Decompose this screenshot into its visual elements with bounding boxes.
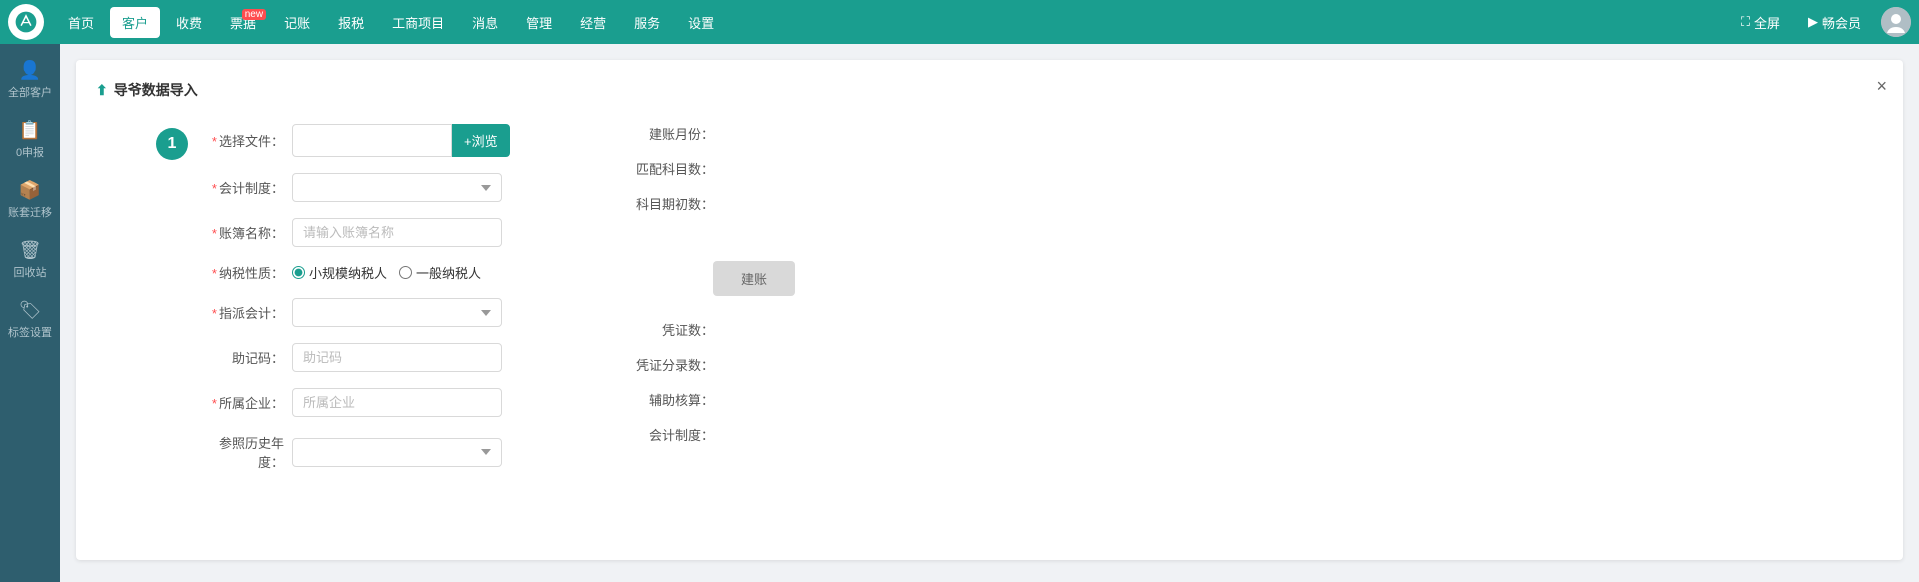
- file-input[interactable]: [292, 124, 452, 157]
- system-label: 会计制度：: [624, 425, 714, 444]
- nav-item-fees[interactable]: 收费: [164, 7, 214, 38]
- step-badge: 1: [156, 128, 188, 160]
- import-card: ⬆ 导爷数据导入 × 1 *选择文件： +浏览: [76, 60, 1903, 560]
- sidebar-label-declaration: 0申报: [16, 144, 44, 160]
- system-row: 会计制度：: [624, 425, 884, 444]
- vip-btn[interactable]: ▶ 畅会员: [1800, 9, 1869, 36]
- tax-small-label[interactable]: 小规模纳税人: [292, 263, 387, 282]
- logo: [8, 4, 44, 40]
- avatar[interactable]: [1881, 7, 1911, 37]
- tax-general-label[interactable]: 一般纳税人: [399, 263, 481, 282]
- nav-item-invoices[interactable]: 票据 new: [218, 7, 268, 38]
- sidebar-item-all-clients[interactable]: 👤 全部客户: [4, 52, 56, 108]
- nav-items: 首页 客户 收费 票据 new 记账 报税 工商项目 消息 管理 经营 服务 设…: [56, 7, 1733, 38]
- ledger-input[interactable]: [292, 218, 502, 247]
- nav-item-bookkeeping[interactable]: 记账: [272, 7, 322, 38]
- new-badge: new: [242, 9, 266, 20]
- history-row: 参照历史年度：: [204, 433, 584, 471]
- nav-item-operation[interactable]: 经营: [568, 7, 618, 38]
- aux-label: 辅助核算：: [624, 390, 714, 409]
- vip-icon: ▶: [1808, 14, 1818, 30]
- sidebar-item-declaration[interactable]: 📋 0申报: [4, 112, 56, 168]
- sidebar: 👤 全部客户 📋 0申报 📦 账套迁移 🗑 回收站 🏷 标签设置: [0, 44, 60, 582]
- sidebar-label-all-clients: 全部客户: [8, 84, 52, 100]
- vip-label: 畅会员: [1822, 13, 1861, 32]
- accounting-row: *会计制度：: [204, 173, 584, 202]
- browse-button[interactable]: +浏览: [452, 124, 510, 157]
- form-fields: *选择文件： +浏览 *会计制度：: [204, 124, 584, 471]
- assign-select[interactable]: [292, 298, 502, 327]
- card-title: ⬆ 导爷数据导入: [96, 80, 1883, 100]
- voucher-label: 凭证数：: [624, 320, 714, 339]
- history-select[interactable]: [292, 438, 502, 467]
- form-section-left: 1 *选择文件： +浏览: [156, 124, 584, 471]
- match-label: 匹配科目数：: [624, 159, 714, 178]
- ledger-label: *账簿名称：: [204, 223, 284, 242]
- main-content: ⬆ 导爷数据导入 × 1 *选择文件： +浏览: [60, 44, 1919, 582]
- memo-label: 助记码：: [204, 348, 284, 367]
- form-container: 1 *选择文件： +浏览: [96, 124, 1883, 471]
- file-label: *选择文件：: [204, 131, 284, 150]
- tax-small-text: 小规模纳税人: [309, 263, 387, 282]
- declaration-icon: 📋: [19, 120, 41, 141]
- voucher-entries-label: 凭证分录数：: [624, 355, 714, 374]
- sidebar-item-trash[interactable]: 🗑 回收站: [4, 232, 56, 288]
- match-row: 匹配科目数：: [624, 159, 884, 178]
- aux-row: 辅助核算：: [624, 390, 884, 409]
- user-icon: 👤: [19, 60, 41, 81]
- top-nav: 首页 客户 收费 票据 new 记账 报税 工商项目 消息 管理 经营 服务 设…: [0, 0, 1919, 44]
- company-label: *所属企业：: [204, 393, 284, 412]
- memo-input[interactable]: [292, 343, 502, 372]
- month-row: 建账月份：: [624, 124, 884, 143]
- ledger-row: *账簿名称：: [204, 218, 584, 247]
- submit-button[interactable]: 建账: [713, 261, 795, 296]
- fullscreen-icon: ⛶: [1741, 14, 1750, 30]
- nav-item-business[interactable]: 工商项目: [380, 7, 456, 38]
- nav-right: ⛶ 全屏 ▶ 畅会员: [1733, 7, 1911, 37]
- page-title: 导爷数据导入: [114, 80, 198, 100]
- history-label: 参照历史年度：: [204, 433, 284, 471]
- sidebar-label-tags: 标签设置: [8, 324, 52, 340]
- assign-label: *指派会计：: [204, 303, 284, 322]
- file-row: *选择文件： +浏览: [204, 124, 584, 157]
- tax-radio-group: 小规模纳税人 一般纳税人: [292, 263, 481, 282]
- fullscreen-label: 全屏: [1754, 13, 1780, 32]
- sidebar-item-tags[interactable]: 🏷 标签设置: [4, 292, 56, 348]
- month-label: 建账月份：: [624, 124, 714, 143]
- company-input[interactable]: [292, 388, 502, 417]
- upload-icon: ⬆: [96, 82, 108, 99]
- tax-row: *纳税性质： 小规模纳税人 一般纳税人: [204, 263, 584, 282]
- trash-icon: 🗑: [19, 240, 42, 261]
- nav-item-service[interactable]: 服务: [622, 7, 672, 38]
- voucher-entries-row: 凭证分录数：: [624, 355, 884, 374]
- period-label: 科目期初数：: [624, 194, 714, 213]
- nav-item-settings[interactable]: 设置: [676, 7, 726, 38]
- tax-general-text: 一般纳税人: [416, 263, 481, 282]
- fullscreen-btn[interactable]: ⛶ 全屏: [1733, 9, 1788, 36]
- sidebar-label-migration: 账套迁移: [8, 204, 52, 220]
- sidebar-item-migration[interactable]: 📦 账套迁移: [4, 172, 56, 228]
- accounting-select[interactable]: [292, 173, 502, 202]
- tax-small-radio[interactable]: [292, 266, 305, 279]
- nav-item-tax[interactable]: 报税: [326, 7, 376, 38]
- nav-item-admin[interactable]: 管理: [514, 7, 564, 38]
- assign-row: *指派会计：: [204, 298, 584, 327]
- period-row: 科目期初数：: [624, 194, 884, 213]
- file-input-group: +浏览: [292, 124, 510, 157]
- voucher-row: 凭证数：: [624, 320, 884, 339]
- sidebar-label-trash: 回收站: [14, 264, 47, 280]
- close-button[interactable]: ×: [1876, 76, 1887, 97]
- tag-icon: 🏷: [19, 300, 42, 321]
- tax-general-radio[interactable]: [399, 266, 412, 279]
- accounting-label: *会计制度：: [204, 178, 284, 197]
- nav-item-clients[interactable]: 客户: [110, 7, 160, 38]
- tax-label: *纳税性质：: [204, 263, 284, 282]
- migration-icon: 📦: [19, 180, 41, 201]
- company-row: *所属企业：: [204, 388, 584, 417]
- nav-item-home[interactable]: 首页: [56, 7, 106, 38]
- form-section-right: 建账月份： 匹配科目数： 科目期初数： 建账 凭证数：: [624, 124, 884, 471]
- memo-row: 助记码：: [204, 343, 584, 372]
- nav-item-message[interactable]: 消息: [460, 7, 510, 38]
